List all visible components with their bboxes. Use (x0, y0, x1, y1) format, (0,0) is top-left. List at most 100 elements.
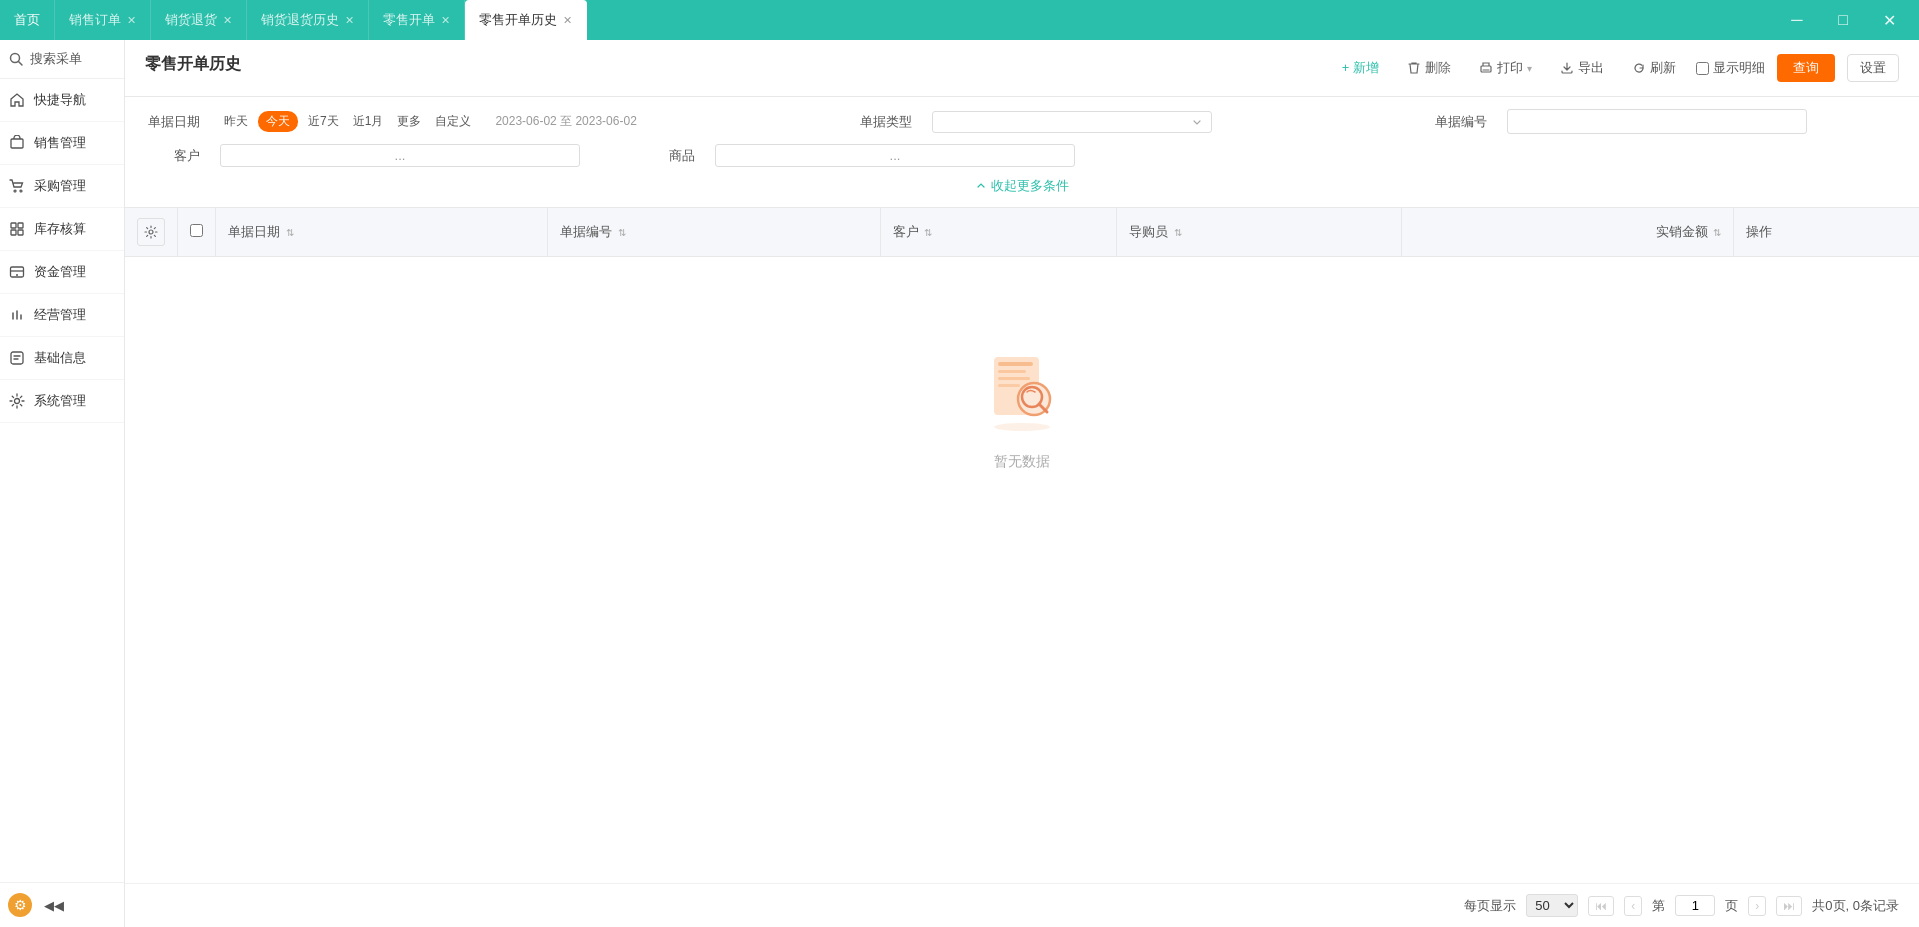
svg-rect-11 (11, 352, 23, 364)
sidebar-item-purchase[interactable]: 采购管理 (0, 165, 124, 208)
pagination: 每页显示 50 100 200 ⏮ ‹ 第 页 › ⏭ 共0页, 0条记录 (125, 883, 1919, 927)
svg-point-3 (14, 190, 16, 192)
empty-text: 暂无数据 (994, 453, 1050, 471)
window-minimize-button[interactable]: ─ (1775, 5, 1819, 35)
tab-retail-open-history-label: 零售开单历史 (479, 11, 557, 29)
prev-page-button[interactable]: ‹ (1624, 896, 1642, 916)
number-filter-input[interactable] (1507, 109, 1807, 134)
sidebar-settings-button[interactable]: ⚙ (8, 893, 32, 917)
sidebar-item-basic[interactable]: 基础信息 (0, 337, 124, 380)
sidebar-item-system[interactable]: 系统管理 (0, 380, 124, 423)
page-title: 零售开单历史 (145, 54, 241, 89)
sidebar-collapse-button[interactable]: ◀◀ (44, 898, 64, 913)
sidebar-item-operation[interactable]: 经营管理 (0, 294, 124, 337)
search-icon (8, 51, 24, 67)
svg-rect-5 (11, 223, 16, 228)
purchase-icon (8, 177, 26, 195)
page-size-select[interactable]: 50 100 200 (1526, 894, 1578, 917)
shortcut-more[interactable]: 更多 (393, 111, 425, 132)
chevron-up-icon (975, 180, 987, 192)
top-tab-bar: 首页 销售订单 ✕ 销货退货 ✕ 销货退货历史 ✕ 零售开单 ✕ 零售开单历史 … (0, 0, 1919, 40)
sidebar-item-quick-nav[interactable]: 快捷导航 (0, 79, 124, 122)
query-button[interactable]: 查询 (1777, 54, 1835, 82)
export-button[interactable]: 导出 (1552, 55, 1612, 81)
page-size-label: 每页显示 (1464, 897, 1516, 915)
next-page-button[interactable]: › (1748, 896, 1766, 916)
type-filter-select[interactable] (932, 111, 1212, 133)
product-filter-button[interactable]: ... (715, 144, 1075, 167)
th-customer[interactable]: 客户 ⇅ (880, 208, 1117, 257)
gear-icon (144, 225, 158, 239)
tab-sales-order-close[interactable]: ✕ (127, 15, 136, 26)
basic-icon (8, 349, 26, 367)
last-page-button[interactable]: ⏭ (1776, 896, 1802, 916)
shortcut-1month[interactable]: 近1月 (349, 111, 388, 132)
svg-point-10 (16, 274, 18, 276)
tab-retail-open-history[interactable]: 零售开单历史 ✕ (465, 0, 587, 40)
svg-rect-19 (998, 377, 1030, 380)
sort-date-icon: ⇅ (286, 227, 294, 238)
svg-point-4 (20, 190, 22, 192)
window-close-button[interactable]: ✕ (1867, 5, 1911, 35)
sidebar-search-label: 搜索采单 (30, 50, 82, 68)
type-filter-label: 单据类型 (857, 113, 912, 131)
th-salesperson[interactable]: 导购员 ⇅ (1117, 208, 1402, 257)
tab-retail-open-close[interactable]: ✕ (441, 15, 450, 26)
shortcut-yesterday[interactable]: 昨天 (220, 111, 252, 132)
page-number-input[interactable] (1675, 895, 1715, 916)
sales-icon (8, 134, 26, 152)
first-page-button[interactable]: ⏮ (1588, 896, 1614, 916)
select-all-checkbox[interactable] (190, 224, 203, 237)
shortcut-today[interactable]: 今天 (258, 111, 298, 132)
sidebar-search[interactable]: 搜索采单 (0, 40, 124, 79)
tab-sales-return-history-close[interactable]: ✕ (345, 15, 354, 26)
window-maximize-button[interactable]: □ (1821, 5, 1865, 35)
system-icon (8, 392, 26, 410)
collapse-button[interactable]: 收起更多条件 (145, 177, 1899, 195)
shortcut-custom[interactable]: 自定义 (431, 111, 475, 132)
display-toggle-checkbox[interactable] (1696, 62, 1709, 75)
collapse-label: 收起更多条件 (991, 177, 1069, 195)
sort-number-icon: ⇅ (618, 227, 626, 238)
sidebar-item-inventory[interactable]: 库存核算 (0, 208, 124, 251)
tab-retail-open-history-close[interactable]: ✕ (563, 15, 572, 26)
tab-sales-return-label: 销货退货 (165, 11, 217, 29)
tab-retail-open[interactable]: 零售开单 ✕ (369, 0, 465, 40)
delete-button[interactable]: 删除 (1399, 55, 1459, 81)
tab-retail-open-label: 零售开单 (383, 11, 435, 29)
tab-sales-return[interactable]: 销货退货 ✕ (151, 0, 247, 40)
refresh-button[interactable]: 刷新 (1624, 55, 1684, 81)
th-date[interactable]: 单据日期 ⇅ (216, 208, 548, 257)
sidebar-item-finance[interactable]: 资金管理 (0, 251, 124, 294)
th-date-label: 单据日期 (228, 224, 280, 239)
shortcut-7days[interactable]: 近7天 (304, 111, 343, 132)
sidebar-item-inventory-label: 库存核算 (34, 220, 86, 238)
table-settings-button[interactable] (137, 218, 165, 246)
settings-button[interactable]: 设置 (1847, 54, 1899, 82)
tab-sales-return-history[interactable]: 销货退货历史 ✕ (247, 0, 369, 40)
display-toggle[interactable]: 显示明细 (1696, 59, 1765, 77)
export-icon (1560, 61, 1574, 75)
page-header: 零售开单历史 + 新增 删除 打印 (125, 40, 1919, 97)
sidebar-item-purchase-label: 采购管理 (34, 177, 86, 195)
finance-icon (8, 263, 26, 281)
product-filter-label: 商品 (640, 147, 695, 165)
customer-filter-button[interactable]: ... (220, 144, 580, 167)
tab-home[interactable]: 首页 (0, 0, 55, 40)
sidebar-item-sales[interactable]: 销售管理 (0, 122, 124, 165)
tab-sales-order-label: 销售订单 (69, 11, 121, 29)
th-number[interactable]: 单据编号 ⇅ (548, 208, 880, 257)
sort-salesperson-icon: ⇅ (1174, 227, 1182, 238)
date-range-text: 2023-06-02 至 2023-06-02 (495, 113, 636, 130)
print-button[interactable]: 打印 ▾ (1471, 55, 1540, 81)
svg-point-15 (994, 423, 1050, 431)
tab-sales-return-close[interactable]: ✕ (223, 15, 232, 26)
add-button-label: + 新增 (1342, 59, 1379, 77)
add-button[interactable]: + 新增 (1334, 55, 1387, 81)
sidebar-bottom: ⚙ ◀◀ (0, 882, 124, 927)
svg-point-12 (15, 399, 20, 404)
th-salesperson-label: 导购员 (1129, 224, 1168, 239)
print-chevron-icon[interactable]: ▾ (1527, 63, 1532, 74)
tab-sales-order[interactable]: 销售订单 ✕ (55, 0, 151, 40)
th-amount[interactable]: 实销金额 ⇅ (1402, 208, 1734, 257)
